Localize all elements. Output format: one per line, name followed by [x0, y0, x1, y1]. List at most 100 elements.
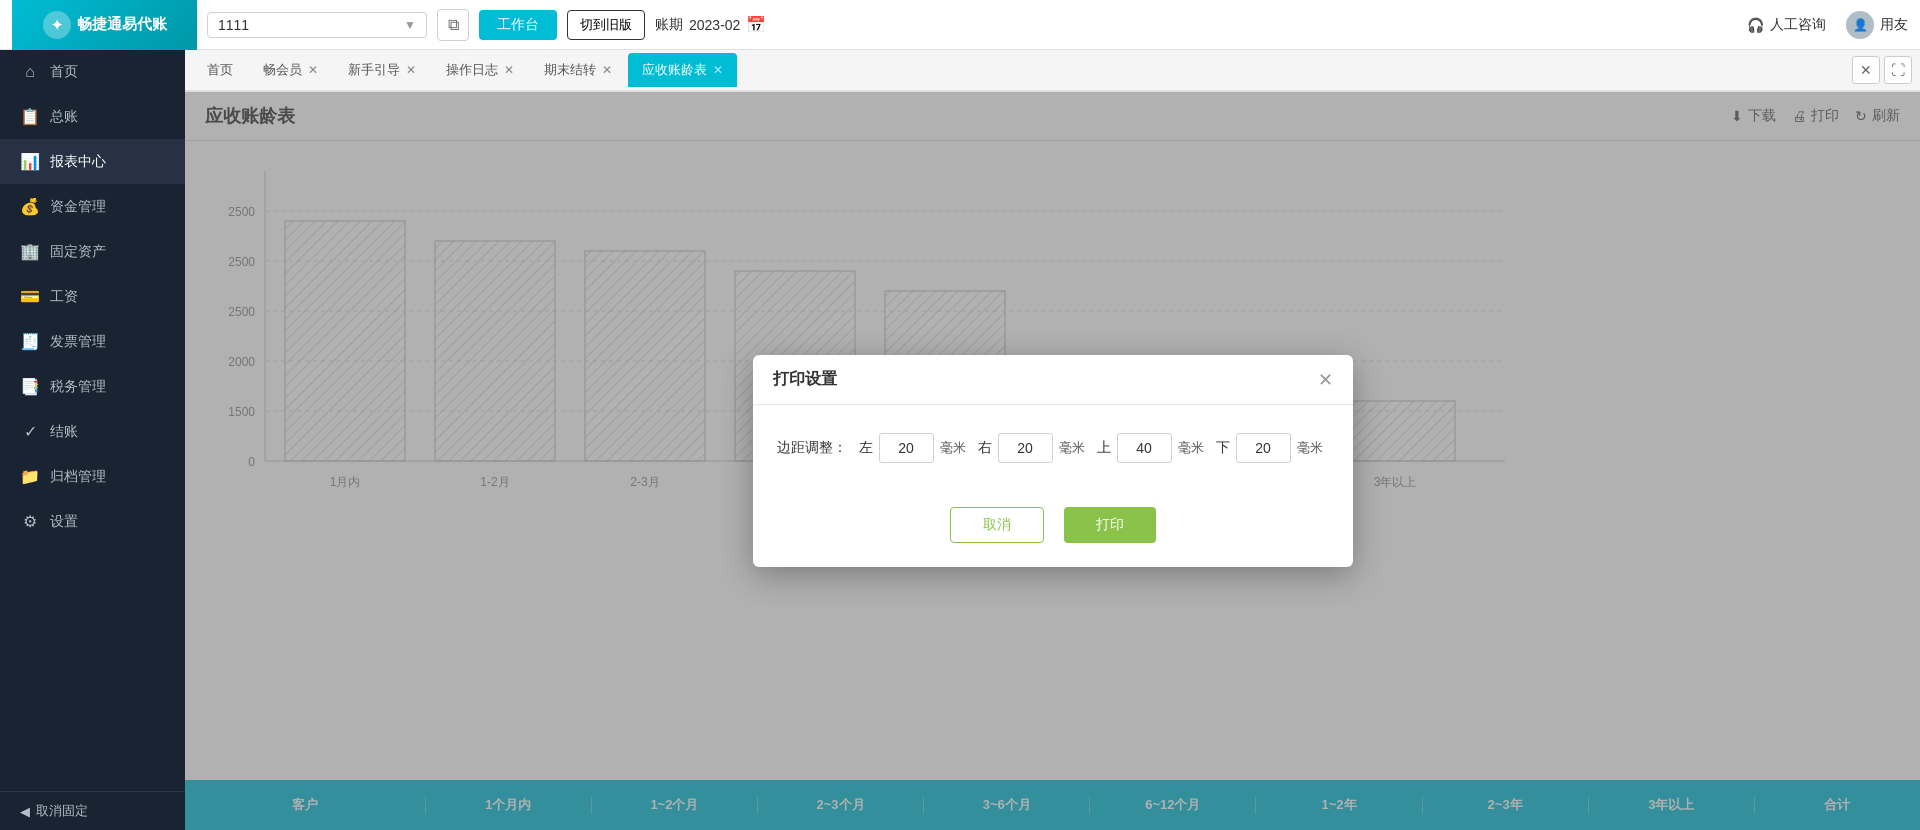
- salary-icon: 💳: [20, 287, 40, 306]
- sidebar-item-label: 总账: [50, 108, 78, 126]
- sidebar-footer-label: 取消固定: [36, 802, 88, 820]
- left-label: 左: [859, 439, 873, 457]
- user-label: 用友: [1880, 16, 1908, 34]
- sidebar-item-salary[interactable]: 💳 工资: [0, 274, 185, 319]
- sidebar-item-funds[interactable]: 💰 资金管理: [0, 184, 185, 229]
- settings-icon: ⚙: [20, 512, 40, 531]
- tab-bar: 首页 畅会员 ✕ 新手引导 ✕ 操作日志 ✕ 期末结转 ✕ 应收账龄表 ✕: [185, 50, 1920, 92]
- tab-oplog-close[interactable]: ✕: [504, 63, 514, 77]
- avatar: 👤: [1846, 11, 1874, 39]
- right-unit: 毫米: [1059, 439, 1085, 457]
- user-area[interactable]: 👤 用友: [1846, 11, 1908, 39]
- modal-close-button[interactable]: ✕: [1318, 371, 1333, 389]
- sidebar-item-label: 设置: [50, 513, 78, 531]
- assets-icon: 🏢: [20, 242, 40, 261]
- top-label: 上: [1097, 439, 1111, 457]
- switch-old-button[interactable]: 切到旧版: [567, 10, 645, 40]
- tab-close-button[interactable]: ✕: [1852, 56, 1880, 84]
- headset-icon: 🎧: [1747, 17, 1764, 33]
- sidebar-item-label: 工资: [50, 288, 78, 306]
- copy-button[interactable]: ⧉: [437, 9, 469, 41]
- right-input[interactable]: [998, 433, 1053, 463]
- tax-icon: 📑: [20, 377, 40, 396]
- home-icon: ⌂: [20, 63, 40, 81]
- chevron-down-icon: ▼: [404, 18, 416, 32]
- tab-maximize-button[interactable]: ⛶: [1884, 56, 1912, 84]
- sidebar-item-archive[interactable]: 📁 归档管理: [0, 454, 185, 499]
- tab-period-end-label: 期末结转: [544, 61, 596, 79]
- consult-area[interactable]: 🎧 人工咨询: [1747, 16, 1826, 34]
- sidebar-scroll: ⌂ 首页 📋 总账 📊 报表中心 💰 资金管理 🏢 固定资产 💳 工资: [0, 50, 185, 791]
- app-title: 畅捷通易代账: [77, 15, 167, 34]
- sidebar-item-invoice[interactable]: 🧾 发票管理: [0, 319, 185, 364]
- left-input[interactable]: [879, 433, 934, 463]
- period-value: 2023-02: [689, 17, 740, 33]
- period-label: 账期: [655, 16, 683, 34]
- top-header: ✦ 畅捷通易代账 1111 ▼ ⧉ 工作台 切到旧版 账期 2023-02 📅 …: [0, 0, 1920, 50]
- sidebar-item-label: 固定资产: [50, 243, 106, 261]
- sidebar-item-reports[interactable]: 📊 报表中心: [0, 139, 185, 184]
- modal-overlay: 打印设置 ✕ 边距调整： 左 毫米 右: [185, 92, 1920, 830]
- consult-label: 人工咨询: [1770, 16, 1826, 34]
- content-area: 首页 畅会员 ✕ 新手引导 ✕ 操作日志 ✕ 期末结转 ✕ 应收账龄表 ✕: [185, 50, 1920, 830]
- sidebar-item-label: 报表中心: [50, 153, 106, 171]
- logo-icon: ✦: [43, 11, 71, 39]
- modal-header: 打印设置 ✕: [753, 355, 1353, 405]
- tab-period-end-close[interactable]: ✕: [602, 63, 612, 77]
- header-right: 🎧 人工咨询 👤 用友: [1747, 11, 1908, 39]
- sidebar: ⌂ 首页 📋 总账 📊 报表中心 💰 资金管理 🏢 固定资产 💳 工资: [0, 50, 185, 830]
- tab-aging-label: 应收账龄表: [642, 61, 707, 79]
- margin-right-group: 右 毫米: [978, 433, 1085, 463]
- cancel-button[interactable]: 取消: [950, 507, 1044, 543]
- sidebar-footer[interactable]: ◀ 取消固定: [0, 791, 185, 830]
- tab-member-close[interactable]: ✕: [308, 63, 318, 77]
- calendar-icon[interactable]: 📅: [746, 15, 766, 34]
- tab-oplog[interactable]: 操作日志 ✕: [432, 53, 528, 87]
- tab-guide-label: 新手引导: [348, 61, 400, 79]
- tab-guide-close[interactable]: ✕: [406, 63, 416, 77]
- sidebar-item-ledger[interactable]: 📋 总账: [0, 94, 185, 139]
- print-settings-modal: 打印设置 ✕ 边距调整： 左 毫米 右: [753, 355, 1353, 567]
- bottom-label: 下: [1216, 439, 1230, 457]
- company-selector[interactable]: 1111 ▼: [207, 12, 427, 38]
- workbench-button[interactable]: 工作台: [479, 10, 557, 40]
- pin-icon: ◀: [20, 804, 30, 819]
- tab-period-end[interactable]: 期末结转 ✕: [530, 53, 626, 87]
- page-content: 应收账龄表 ⬇ 下载 🖨 打印 ↻ 刷新: [185, 92, 1920, 830]
- sidebar-item-label: 资金管理: [50, 198, 106, 216]
- invoice-icon: 🧾: [20, 332, 40, 351]
- sidebar-item-settings[interactable]: ⚙ 设置: [0, 499, 185, 544]
- sidebar-item-home[interactable]: ⌂ 首页: [0, 50, 185, 94]
- sidebar-item-label: 结账: [50, 423, 78, 441]
- tab-home-label: 首页: [207, 61, 233, 79]
- margin-left-group: 左 毫米: [859, 433, 966, 463]
- tab-aging-close[interactable]: ✕: [713, 63, 723, 77]
- checkout-icon: ✓: [20, 422, 40, 441]
- sidebar-item-label: 发票管理: [50, 333, 106, 351]
- margin-bottom-group: 下 毫米: [1216, 433, 1323, 463]
- bottom-input[interactable]: [1236, 433, 1291, 463]
- main-layout: ⌂ 首页 📋 总账 📊 报表中心 💰 资金管理 🏢 固定资产 💳 工资: [0, 50, 1920, 830]
- reports-icon: 📊: [20, 152, 40, 171]
- sidebar-item-label: 首页: [50, 63, 78, 81]
- tab-home[interactable]: 首页: [193, 53, 247, 87]
- funds-icon: 💰: [20, 197, 40, 216]
- tab-member[interactable]: 畅会员 ✕: [249, 53, 332, 87]
- print-button[interactable]: 打印: [1064, 507, 1156, 543]
- archive-icon: 📁: [20, 467, 40, 486]
- sidebar-item-assets[interactable]: 🏢 固定资产: [0, 229, 185, 274]
- margin-row: 边距调整： 左 毫米 右 毫米: [777, 433, 1329, 463]
- tab-guide[interactable]: 新手引导 ✕: [334, 53, 430, 87]
- sidebar-item-checkout[interactable]: ✓ 结账: [0, 409, 185, 454]
- margin-top-group: 上 毫米: [1097, 433, 1204, 463]
- sidebar-item-label: 税务管理: [50, 378, 106, 396]
- modal-title: 打印设置: [773, 369, 837, 390]
- top-unit: 毫米: [1178, 439, 1204, 457]
- sidebar-item-label: 归档管理: [50, 468, 106, 486]
- sidebar-item-tax[interactable]: 📑 税务管理: [0, 364, 185, 409]
- bottom-unit: 毫米: [1297, 439, 1323, 457]
- top-input[interactable]: [1117, 433, 1172, 463]
- logo-area: ✦ 畅捷通易代账: [12, 0, 197, 50]
- tab-oplog-label: 操作日志: [446, 61, 498, 79]
- tab-aging[interactable]: 应收账龄表 ✕: [628, 53, 737, 87]
